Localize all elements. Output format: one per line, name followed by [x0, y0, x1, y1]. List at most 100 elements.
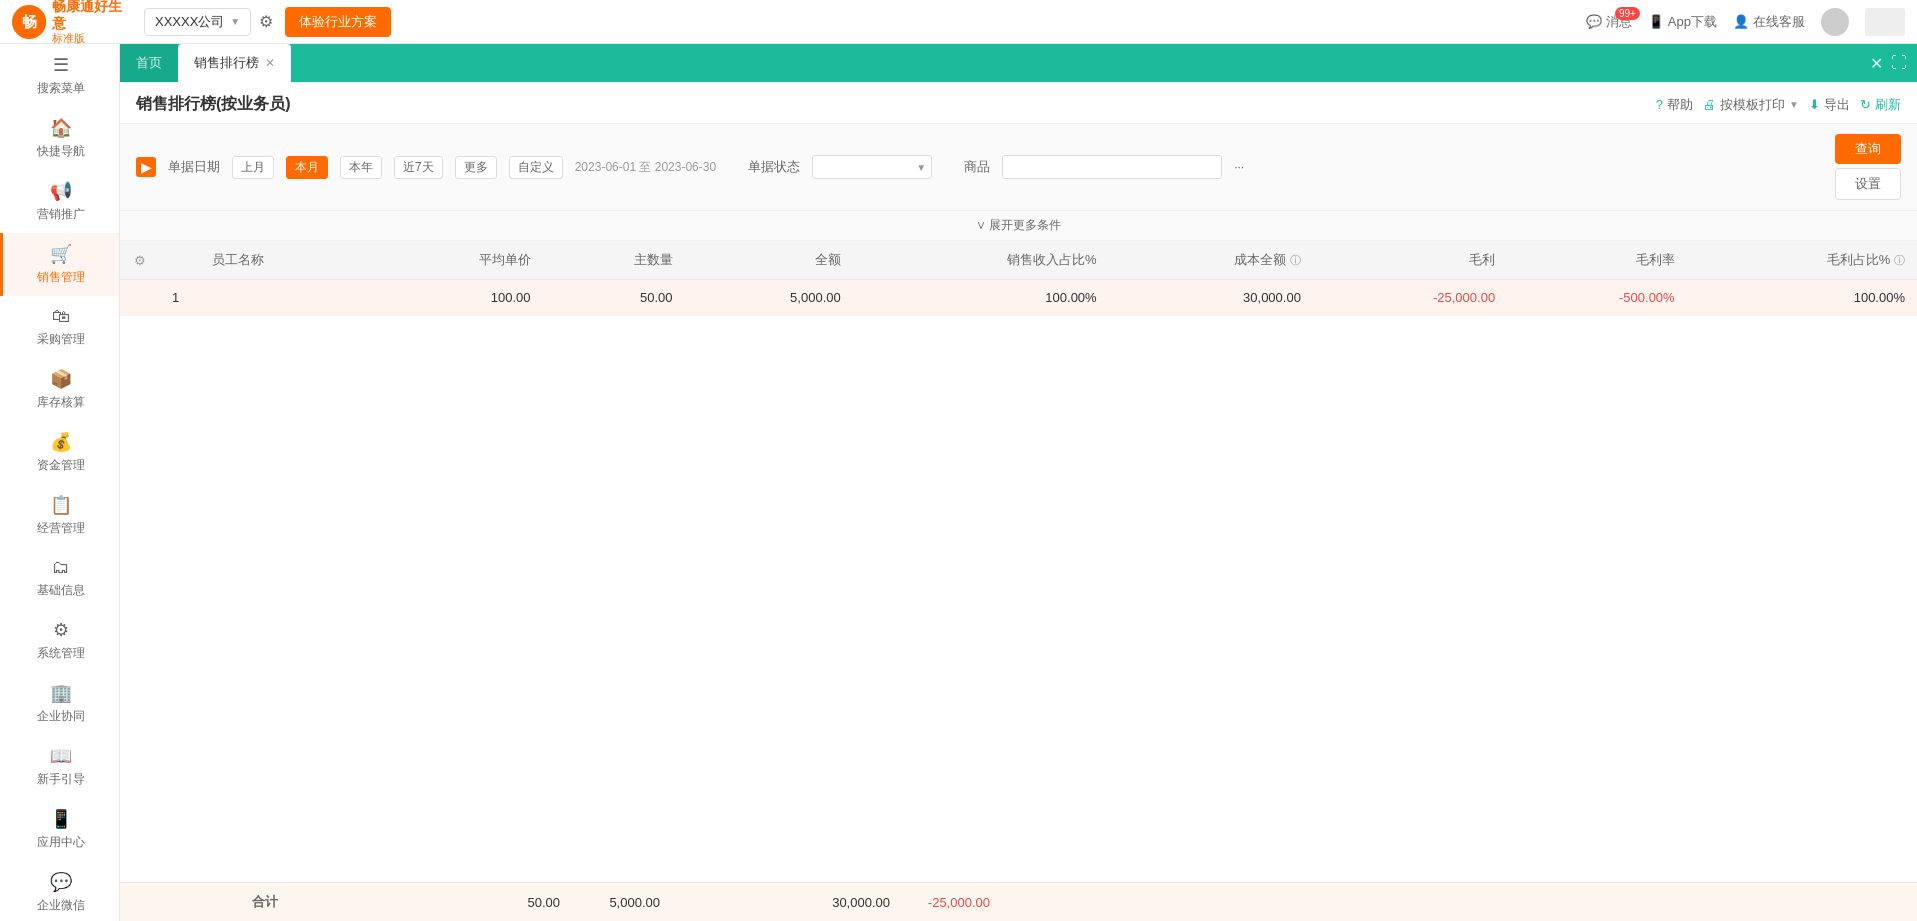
template-print-label: 按模板打印 — [1720, 96, 1785, 114]
tab-sales-ranking-label: 销售排行榜 — [194, 54, 259, 72]
content-area: 首页 销售排行榜 ✕ ✕ ⛶ 销售排行榜(按业务员) — [120, 44, 1917, 921]
basic-info-icon: 🗂 — [52, 557, 70, 578]
top-bar-right: 💬 消息 99+ 📱 App下载 👤 在线客服 — [1586, 8, 1905, 36]
sidebar-item-app-center[interactable]: 📱 应用中心 — [0, 798, 119, 861]
date-last-month-button[interactable]: 上月 — [232, 156, 274, 179]
top-bar: 畅 畅康通好生意 标准版 XXXXX公司 ▼ ⚙ 体验行业方案 💬 消息 99+… — [0, 0, 1917, 44]
footer-label: 合计 — [252, 893, 372, 911]
cell-gross-ratio: 100.00% — [1687, 280, 1917, 316]
sidebar-item-sales[interactable]: 🛒 销售管理 — [0, 233, 119, 296]
sidebar-item-wechat[interactable]: 💬 企业微信 — [0, 861, 119, 921]
purchase-icon: 🛍 — [52, 306, 70, 327]
message-icon: 💬 — [1586, 14, 1602, 29]
export-button[interactable]: ⬇ 导出 — [1809, 96, 1850, 114]
date-last-7-days-button[interactable]: 近7天 — [394, 156, 443, 179]
help-label: 帮助 — [1667, 96, 1693, 114]
company-name: XXXXX公司 — [155, 13, 224, 31]
operations-icon: 📋 — [50, 494, 72, 516]
tab-home-label: 首页 — [136, 54, 162, 72]
gross-ratio-info-icon[interactable]: ⓘ — [1894, 254, 1905, 266]
finance-icon: 💰 — [50, 431, 72, 453]
sidebar-item-system[interactable]: ⚙ 系统管理 — [0, 609, 119, 672]
sidebar-item-marketing[interactable]: 📢 营销推广 — [0, 170, 119, 233]
sidebar-item-search-order[interactable]: ☰ 搜索菜单 — [0, 44, 119, 107]
guide-icon: 📖 — [50, 745, 72, 767]
col-cost-total-header: 成本全额 ⓘ — [1109, 241, 1313, 280]
expand-window-icon[interactable]: ⛶ — [1891, 54, 1907, 72]
help-button[interactable]: ? 帮助 — [1656, 96, 1693, 114]
sidebar-item-label: 库存核算 — [37, 394, 85, 411]
sidebar-item-basic-info[interactable]: 🗂 基础信息 — [0, 547, 119, 609]
settings-button[interactable]: 设置 — [1835, 168, 1901, 200]
col-settings: ⚙ — [120, 241, 160, 280]
date-this-year-button[interactable]: 本年 — [340, 156, 382, 179]
refresh-label: 刷新 — [1875, 96, 1901, 114]
sidebar-item-quick-nav[interactable]: 🏠 快捷导航 — [0, 107, 119, 170]
template-print-button[interactable]: 🖨 按模板打印 ▼ — [1703, 96, 1799, 114]
company-selector[interactable]: XXXXX公司 ▼ — [144, 8, 251, 36]
sidebar-item-finance[interactable]: 💰 资金管理 — [0, 421, 119, 484]
date-custom-button[interactable]: 自定义 — [509, 156, 563, 179]
help-icon: ? — [1656, 97, 1663, 112]
sidebar-item-label: 经营管理 — [37, 520, 85, 537]
page-content: 销售排行榜(按业务员) ? 帮助 🖨 按模板打印 ▼ ⬇ — [120, 82, 1917, 921]
date-this-month-button[interactable]: 本月 — [286, 156, 328, 179]
close-window-icon[interactable]: ✕ — [1870, 54, 1883, 73]
sidebar-item-label: 搜索菜单 — [37, 80, 85, 97]
col-avg-price-header: 平均单价 — [371, 241, 542, 280]
cell-gross-rate: -500.00% — [1507, 280, 1687, 316]
table-settings-icon[interactable]: ⚙ — [134, 253, 146, 268]
print-icon: 🖨 — [1703, 97, 1716, 112]
sidebar-item-guide[interactable]: 📖 新手引导 — [0, 735, 119, 798]
user-name-area[interactable] — [1865, 8, 1905, 36]
status-select[interactable] — [812, 155, 932, 179]
sidebar-item-inventory[interactable]: 📦 库存核算 — [0, 358, 119, 421]
cost-total-info-icon[interactable]: ⓘ — [1290, 254, 1301, 266]
company-settings-icon[interactable]: ⚙ — [259, 12, 273, 31]
tab-home[interactable]: 首页 — [120, 44, 178, 82]
wechat-icon: 💬 — [50, 871, 72, 893]
data-table: ⚙ 员工名称 平均单价 主数量 全额 销售收入占比% 成本全额 ⓘ — [120, 241, 1917, 316]
service-icon: 👤 — [1733, 14, 1749, 29]
online-service-button[interactable]: 👤 在线客服 — [1733, 13, 1805, 31]
chevron-down-icon: ▼ — [230, 16, 240, 27]
expand-conditions-bar[interactable]: ∨ 展开更多条件 — [120, 211, 1917, 241]
sidebar: ☰ 搜索菜单 🏠 快捷导航 📢 营销推广 🛒 销售管理 🛍 采购管理 📦 — [0, 44, 120, 921]
trial-button[interactable]: 体验行业方案 — [285, 7, 391, 37]
export-label: 导出 — [1824, 96, 1850, 114]
print-chevron-icon: ▼ — [1789, 99, 1799, 110]
table-header-row: ⚙ 员工名称 平均单价 主数量 全额 销售收入占比% 成本全额 ⓘ — [120, 241, 1917, 280]
cell-gross: -25,000.00 — [1313, 280, 1507, 316]
page-header: 销售排行榜(按业务员) ? 帮助 🖨 按模板打印 ▼ ⬇ — [120, 82, 1917, 124]
goods-input[interactable] — [1002, 155, 1222, 179]
tab-close-icon[interactable]: ✕ — [265, 56, 275, 70]
sidebar-item-label: 销售管理 — [37, 269, 85, 286]
col-gross-header: 毛利 — [1313, 241, 1507, 280]
sidebar-item-purchase[interactable]: 🛍 采购管理 — [0, 296, 119, 358]
sidebar-item-operations[interactable]: 📋 经营管理 — [0, 484, 119, 547]
app-download-label: App下载 — [1668, 13, 1717, 31]
app-download-button[interactable]: 📱 App下载 — [1648, 13, 1717, 31]
filter-toggle-button[interactable]: ▶ — [136, 157, 156, 177]
filter-more-button[interactable]: ··· — [1234, 160, 1244, 174]
tab-sales-ranking[interactable]: 销售排行榜 ✕ — [178, 44, 291, 82]
user-avatar[interactable] — [1821, 8, 1849, 36]
logo-main-text: 畅康通好生意 — [52, 0, 132, 32]
logo-icon: 畅 — [12, 4, 46, 40]
refresh-button[interactable]: ↻ 刷新 — [1860, 96, 1901, 114]
sidebar-item-enterprise[interactable]: 🏢 企业协同 — [0, 672, 119, 735]
sidebar-item-label: 企业微信 — [37, 897, 85, 914]
filter-row-1: ▶ 单据日期 上月 本月 本年 近7天 更多 自定义 2023-06-01 至 … — [136, 134, 1901, 200]
app-icon: 📱 — [1648, 14, 1664, 29]
cell-name — [200, 280, 371, 316]
svg-text:畅: 畅 — [22, 12, 37, 29]
messages-button[interactable]: 💬 消息 99+ — [1586, 13, 1632, 31]
query-button[interactable]: 查询 — [1835, 134, 1901, 164]
filter-bar: ▶ 单据日期 上月 本月 本年 近7天 更多 自定义 2023-06-01 至 … — [120, 124, 1917, 211]
sidebar-item-label: 应用中心 — [37, 834, 85, 851]
cell-rank: 1 — [160, 280, 200, 316]
cell-total: 5,000.00 — [685, 280, 853, 316]
status-select-wrapper — [812, 155, 932, 179]
footer-main-qty: 50.00 — [472, 895, 572, 910]
date-more-button[interactable]: 更多 — [455, 156, 497, 179]
